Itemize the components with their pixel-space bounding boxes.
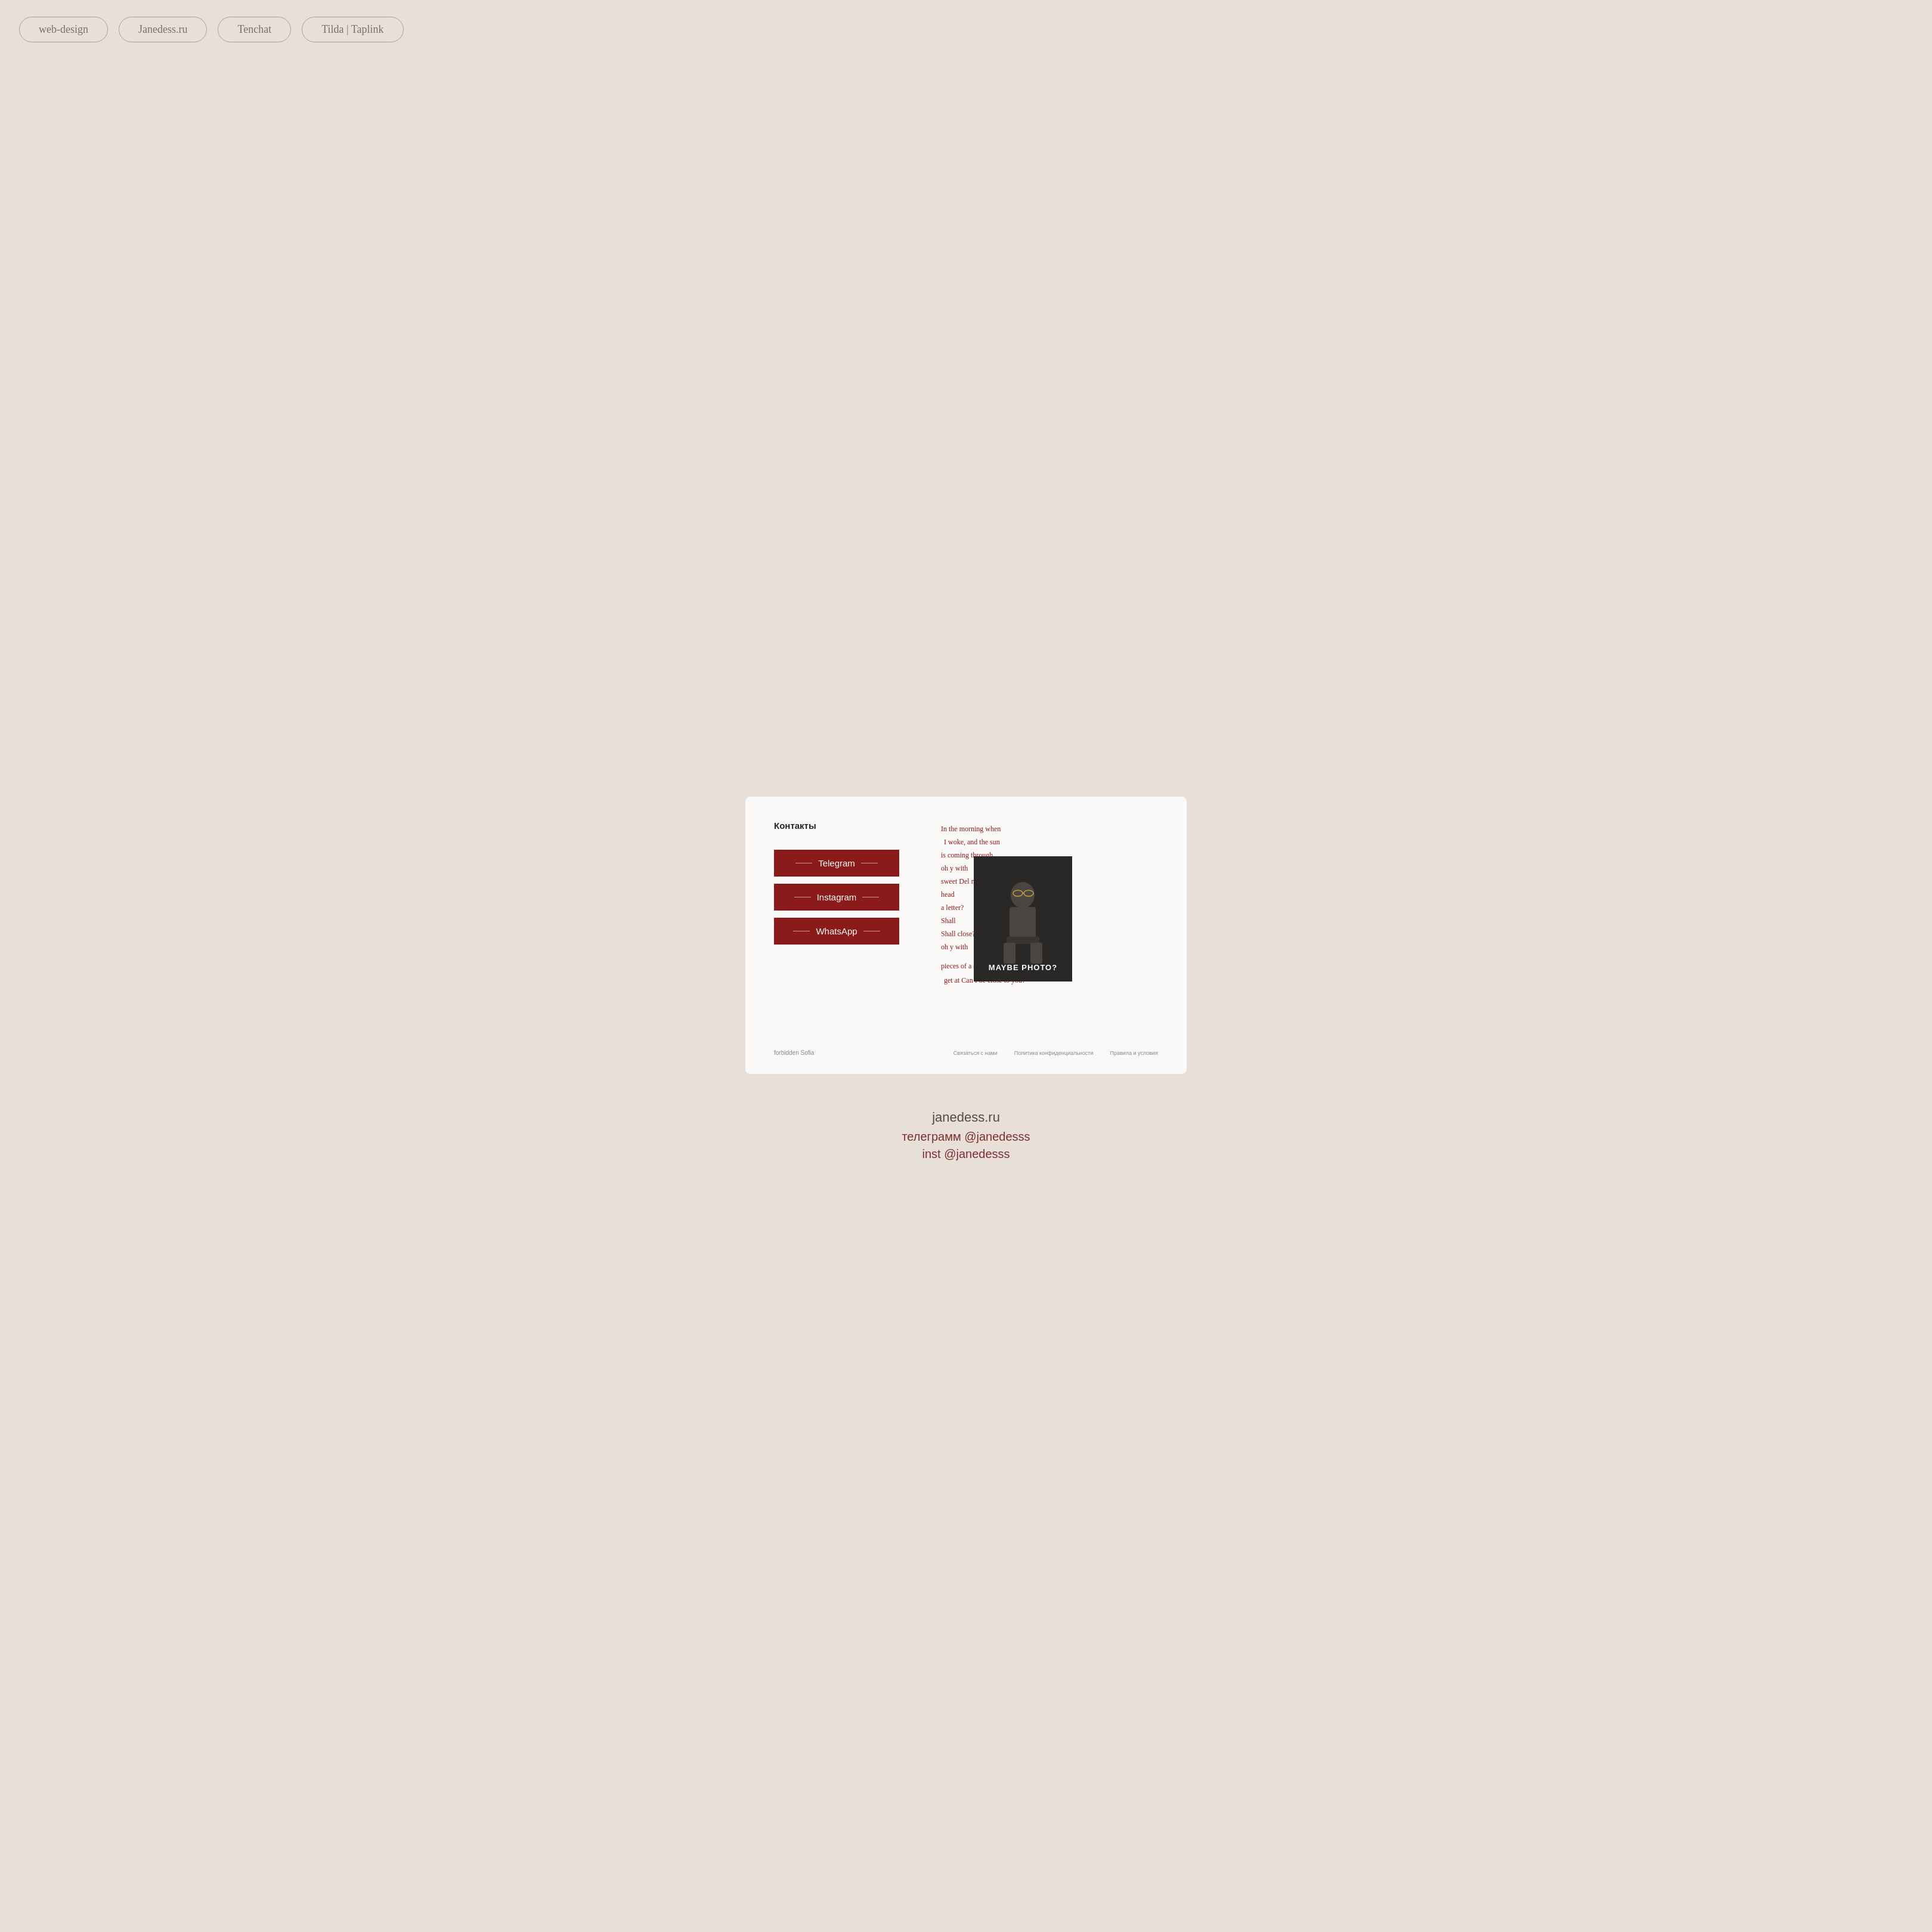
footer-link-terms[interactable]: Правила и условия bbox=[1110, 1050, 1158, 1056]
bottom-telegram: телеграмм @janedesss bbox=[902, 1130, 1030, 1144]
whatsapp-button[interactable]: WhatsApp bbox=[774, 918, 899, 945]
nav-item-janedess[interactable]: Janedess.ru bbox=[119, 17, 207, 42]
svg-text:head: head bbox=[941, 890, 955, 899]
svg-text:In  the  morning  when: In the morning when bbox=[941, 825, 1001, 833]
bottom-section: janedess.ru телеграмм @janedesss inst @j… bbox=[902, 1086, 1030, 1194]
photo-label: MAYBE PHOTO? bbox=[989, 963, 1057, 972]
nav-item-web-design[interactable]: web-design bbox=[19, 17, 108, 42]
top-navigation: web-design Janedess.ru Tenchat Tilda | T… bbox=[0, 0, 1932, 59]
svg-text:Shall: Shall bbox=[941, 917, 956, 925]
svg-rect-16 bbox=[1004, 943, 1015, 964]
contacts-title: Контакты bbox=[774, 821, 917, 831]
footer-brand: forbidden Sofia bbox=[774, 1049, 814, 1056]
card-footer: forbidden Sofia Связаться с нами Политик… bbox=[774, 1040, 1158, 1056]
decorative-section: text { fill: #8b1a1a; font-family: 'Sego… bbox=[941, 821, 1158, 1011]
bottom-instagram: inst @janedesss bbox=[902, 1147, 1030, 1161]
footer-link-contact[interactable]: Связаться с нами bbox=[953, 1050, 998, 1056]
contacts-section: Контакты Telegram Instagram WhatsApp bbox=[774, 821, 917, 1011]
nav-item-tenchat[interactable]: Tenchat bbox=[218, 17, 291, 42]
svg-text:a  letter?: a letter? bbox=[941, 903, 964, 912]
svg-text:oh  y                         : oh y with bbox=[941, 943, 968, 951]
telegram-button[interactable]: Telegram bbox=[774, 850, 899, 877]
svg-text:Shall                         : Shall close? bbox=[941, 930, 976, 938]
bottom-url: janedess.ru bbox=[902, 1110, 1030, 1125]
svg-text:oh  y                      wit: oh y with bbox=[941, 864, 968, 872]
photo-placeholder: MAYBE PHOTO? bbox=[974, 856, 1072, 982]
contact-card: Контакты Telegram Instagram WhatsApp tex… bbox=[745, 797, 1187, 1074]
instagram-button[interactable]: Instagram bbox=[774, 884, 899, 911]
footer-links: Связаться с нами Политика конфиденциальн… bbox=[953, 1050, 1158, 1056]
nav-item-tilda[interactable]: Tilda | Taplink bbox=[302, 17, 403, 42]
svg-rect-17 bbox=[1030, 943, 1042, 964]
contact-buttons: Telegram Instagram WhatsApp bbox=[774, 850, 917, 945]
main-area: Контакты Telegram Instagram WhatsApp tex… bbox=[0, 59, 1932, 1932]
footer-link-privacy[interactable]: Политика конфиденциальности bbox=[1014, 1050, 1094, 1056]
svg-text:I  woke,  and  the  sun: I woke, and the sun bbox=[944, 838, 1000, 846]
